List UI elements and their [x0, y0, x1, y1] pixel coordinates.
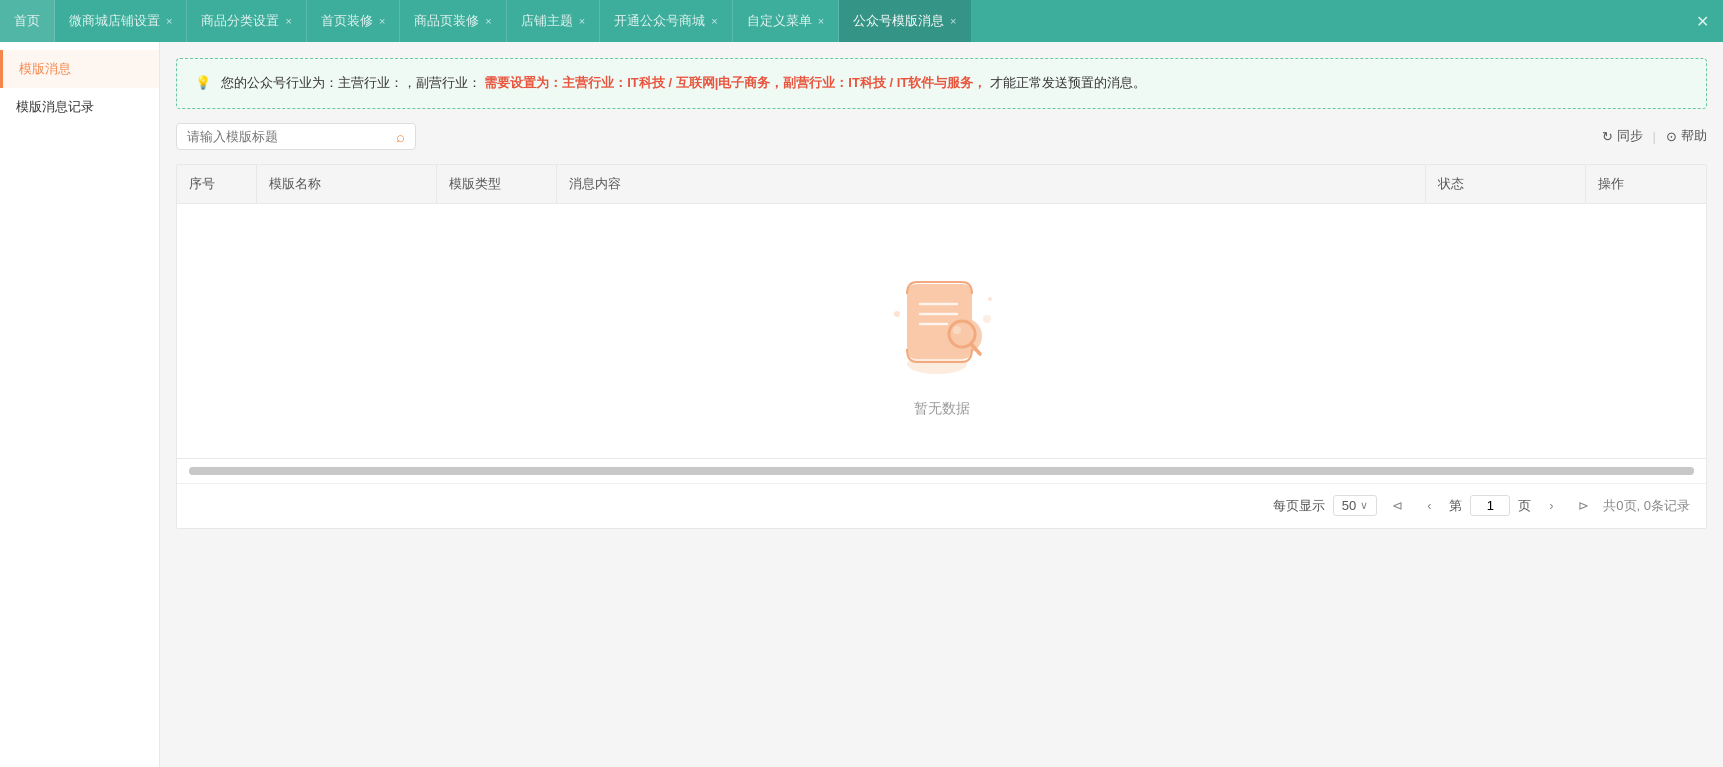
last-page-button[interactable]: ⊳: [1571, 494, 1595, 518]
nav-tab-8[interactable]: 公众号模版消息 ×: [839, 0, 971, 42]
nav-tab-4[interactable]: 商品页装修 ×: [400, 0, 506, 42]
scrollbar-track[interactable]: [189, 467, 1694, 475]
col-name: 模版名称: [257, 165, 437, 203]
nav-tab-3[interactable]: 首页装修 ×: [307, 0, 400, 42]
nav-tab-close-8[interactable]: ×: [950, 16, 956, 27]
nav-tab-close-3[interactable]: ×: [379, 16, 385, 27]
top-nav: 首页微商城店铺设置×商品分类设置×首页装修×商品页装修×店铺主题×开通公众号商城…: [0, 0, 1723, 42]
sidebar-item-0[interactable]: 模版消息: [0, 50, 159, 88]
page-size-value: 50: [1342, 498, 1356, 513]
nav-tab-close-1[interactable]: ×: [166, 16, 172, 27]
next-page-button[interactable]: ›: [1539, 494, 1563, 518]
search-input-wrap[interactable]: ⌕: [176, 123, 416, 150]
prev-page-button[interactable]: ‹: [1417, 494, 1441, 518]
notice-icon: 💡: [195, 75, 211, 90]
pagination: 每页显示 50 ∨ ⊲ ‹ 第 页 › ⊳ 共0页, 0条记录: [177, 483, 1706, 528]
sync-label: 同步: [1617, 127, 1643, 145]
notice-box: 💡 您的公众号行业为：主营行业：，副营行业： 需要设置为：主营行业：IT科技 /…: [176, 58, 1707, 109]
col-index: 序号: [177, 165, 257, 203]
svg-point-7: [953, 326, 961, 334]
chevron-down-icon: ∨: [1360, 499, 1368, 512]
search-bar: ⌕ ↻ 同步 | ⊙ 帮助: [176, 123, 1707, 150]
notice-highlight: 需要设置为：主营行业：IT科技 / 互联网|电子商务，副营行业：IT科技 / I…: [484, 75, 986, 90]
nav-tab-label-0: 首页: [14, 12, 40, 30]
col-type: 模版类型: [437, 165, 557, 203]
col-content: 消息内容: [557, 165, 1426, 203]
sync-button[interactable]: ↻ 同步: [1602, 127, 1643, 145]
sidebar-item-1[interactable]: 模版消息记录: [0, 88, 159, 126]
nav-tab-label-1: 微商城店铺设置: [69, 12, 160, 30]
nav-tab-0[interactable]: 首页: [0, 0, 55, 42]
page-unit-label: 页: [1518, 497, 1531, 515]
page-prefix-label: 第: [1449, 497, 1462, 515]
notice-text-after: 才能正常发送预置的消息。: [990, 75, 1146, 90]
col-status: 状态: [1426, 165, 1586, 203]
help-icon: ⊙: [1666, 129, 1677, 144]
nav-tab-label-6: 开通公众号商城: [614, 12, 705, 30]
horizontal-scrollbar[interactable]: [177, 458, 1706, 483]
nav-tab-label-4: 商品页装修: [414, 12, 479, 30]
nav-tab-close-4[interactable]: ×: [485, 16, 491, 27]
sidebar: 模版消息模版消息记录: [0, 42, 160, 767]
col-action: 操作: [1586, 165, 1706, 203]
nav-tab-6[interactable]: 开通公众号商城 ×: [600, 0, 732, 42]
nav-tab-label-8: 公众号模版消息: [853, 12, 944, 30]
table-wrap: 序号 模版名称 模版类型 消息内容 状态 操作: [176, 164, 1707, 529]
page-size-select[interactable]: 50 ∨: [1333, 495, 1377, 516]
main-layout: 模版消息模版消息记录 💡 您的公众号行业为：主营行业：，副营行业： 需要设置为：…: [0, 42, 1723, 767]
page-size-label: 每页显示: [1273, 497, 1325, 515]
nav-tab-5[interactable]: 店铺主题 ×: [507, 0, 600, 42]
close-all-button[interactable]: ✕: [1682, 12, 1723, 31]
nav-tab-label-3: 首页装修: [321, 12, 373, 30]
nav-tab-1[interactable]: 微商城店铺设置 ×: [55, 0, 187, 42]
nav-tab-7[interactable]: 自定义菜单 ×: [733, 0, 839, 42]
main-content: 💡 您的公众号行业为：主营行业：，副营行业： 需要设置为：主营行业：IT科技 /…: [160, 42, 1723, 767]
sync-icon: ↻: [1602, 129, 1613, 144]
notice-text-before: 您的公众号行业为：主营行业：，副营行业：: [221, 75, 481, 90]
total-info: 共0页, 0条记录: [1603, 497, 1690, 515]
nav-tab-label-2: 商品分类设置: [201, 12, 279, 30]
search-input[interactable]: [187, 129, 390, 144]
page-number-input[interactable]: [1470, 495, 1510, 516]
nav-tab-close-6[interactable]: ×: [711, 16, 717, 27]
nav-tab-close-7[interactable]: ×: [818, 16, 824, 27]
help-button[interactable]: ⊙ 帮助: [1666, 127, 1707, 145]
nav-tab-close-5[interactable]: ×: [579, 16, 585, 27]
nav-tab-close-2[interactable]: ×: [285, 16, 291, 27]
svg-point-8: [894, 311, 900, 317]
nav-tab-label-7: 自定义菜单: [747, 12, 812, 30]
help-label: 帮助: [1681, 127, 1707, 145]
svg-point-9: [988, 297, 992, 301]
toolbar-right: ↻ 同步 | ⊙ 帮助: [1602, 127, 1707, 145]
svg-point-10: [983, 315, 991, 323]
table-header: 序号 模版名称 模版类型 消息内容 状态 操作: [177, 165, 1706, 204]
divider: |: [1653, 129, 1656, 144]
empty-illustration: [882, 264, 1002, 384]
scrollbar-thumb[interactable]: [189, 467, 1694, 475]
empty-state: 暂无数据: [177, 204, 1706, 458]
nav-tab-label-5: 店铺主题: [521, 12, 573, 30]
first-page-button[interactable]: ⊲: [1385, 494, 1409, 518]
empty-text: 暂无数据: [914, 400, 970, 418]
nav-tab-2[interactable]: 商品分类设置 ×: [187, 0, 306, 42]
search-icon[interactable]: ⌕: [396, 128, 405, 145]
